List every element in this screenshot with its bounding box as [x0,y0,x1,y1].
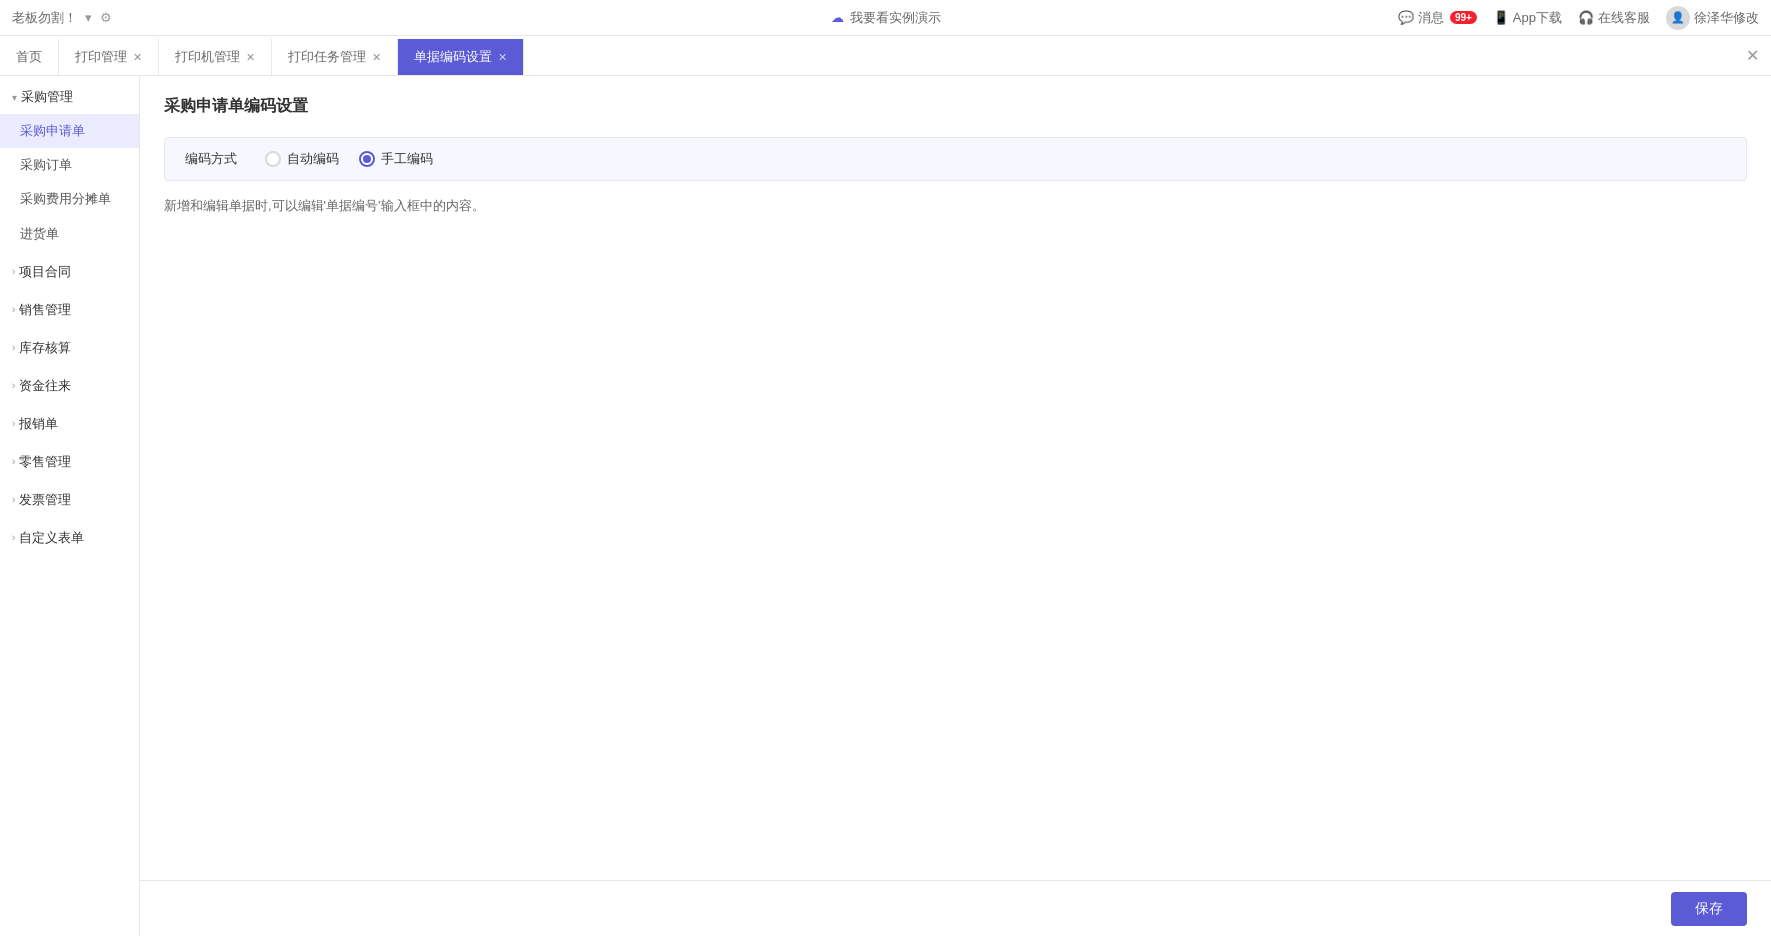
chevron-right-icon: › [12,456,15,467]
sidebar-group-retail-mgmt: › 零售管理 [0,445,139,479]
chevron-right-icon: › [12,304,15,315]
main-layout: ▾ 采购管理 采购申请单 采购订单 采购费用分摊单 进货单 › 项目合同 [0,76,1771,936]
avatar-icon: 👤 [1671,11,1685,24]
messages-button[interactable]: 💬 消息 99+ [1398,9,1477,27]
tab-single-code-setting[interactable]: 单据编码设置 ✕ [398,39,524,75]
sidebar-group-returns-title[interactable]: › 报销单 [0,407,139,441]
top-bar-brand-text: 老板勿割！ [12,9,77,27]
sidebar-group-sales-mgmt-title[interactable]: › 销售管理 [0,293,139,327]
sidebar-group-sales-mgmt: › 销售管理 [0,293,139,327]
chevron-right-icon: › [12,342,15,353]
sidebar-group-retail-mgmt-title[interactable]: › 零售管理 [0,445,139,479]
sidebar-group-inventory-label: 库存核算 [19,339,71,357]
cloud-icon: ☁ [831,10,844,25]
tab-print-task-mgmt-label: 打印任务管理 [288,48,366,66]
encoding-section: 编码方式 自动编码 手工编码 [164,137,1747,181]
online-service-button[interactable]: 🎧 在线客服 [1578,9,1650,27]
chevron-right-icon: › [12,380,15,391]
sidebar-group-retail-mgmt-label: 零售管理 [19,453,71,471]
headset-icon: 🎧 [1578,10,1594,25]
hint-text: 新增和编辑单据时,可以编辑'单据编号'输入框中的内容。 [164,197,1747,215]
sidebar-group-purchase-mgmt-label: 采购管理 [21,88,73,106]
content-footer: 保存 [140,880,1771,936]
tab-single-code-setting-close[interactable]: ✕ [498,51,507,64]
avatar: 👤 [1666,6,1690,30]
radio-auto-encoding[interactable]: 自动编码 [265,150,339,168]
tab-single-code-setting-label: 单据编码设置 [414,48,492,66]
tab-print-mgmt-close[interactable]: ✕ [133,51,142,64]
sidebar-group-inventory-title[interactable]: › 库存核算 [0,331,139,365]
sidebar: ▾ 采购管理 采购申请单 采购订单 采购费用分摊单 进货单 › 项目合同 [0,76,140,936]
sidebar-group-capital: › 资金往来 [0,369,139,403]
app-icon: 📱 [1493,10,1509,25]
sidebar-group-sales-mgmt-label: 销售管理 [19,301,71,319]
tab-print-mgmt[interactable]: 打印管理 ✕ [59,39,159,75]
radio-manual-circle [359,151,375,167]
tab-home[interactable]: 首页 [0,39,59,75]
sidebar-group-custom-form-title[interactable]: › 自定义表单 [0,521,139,555]
chevron-right-icon: › [12,418,15,429]
messages-badge: 99+ [1450,11,1477,24]
top-bar-right: 💬 消息 99+ 📱 App下载 🎧 在线客服 👤 徐泽华修改 [1398,6,1759,30]
sidebar-group-project-contract-title[interactable]: › 项目合同 [0,255,139,289]
sidebar-group-capital-label: 资金往来 [19,377,71,395]
sidebar-group-purchase-mgmt: ▾ 采购管理 采购申请单 采购订单 采购费用分摊单 进货单 [0,80,139,251]
dropdown-icon[interactable]: ▾ [85,10,92,25]
radio-manual-label: 手工编码 [381,150,433,168]
tab-printer-mgmt-close[interactable]: ✕ [246,51,255,64]
sidebar-item-purchase-request[interactable]: 采购申请单 [0,114,139,148]
chevron-right-icon: › [12,266,15,277]
tab-print-task-mgmt-close[interactable]: ✕ [372,51,381,64]
save-button[interactable]: 保存 [1671,892,1747,926]
sidebar-item-stock-in[interactable]: 进货单 [0,217,139,251]
tab-printer-mgmt[interactable]: 打印机管理 ✕ [159,39,272,75]
app-download-label: App下载 [1513,9,1562,27]
radio-group-encoding: 自动编码 手工编码 [265,150,433,168]
settings-icon[interactable]: ⚙ [100,10,112,25]
sidebar-group-invoice-mgmt-label: 发票管理 [19,491,71,509]
sidebar-group-invoice-mgmt-title[interactable]: › 发票管理 [0,483,139,517]
top-bar-center: ☁ 我要看实例演示 [831,9,941,27]
sidebar-group-custom-form: › 自定义表单 [0,521,139,555]
chat-icon: 💬 [1398,10,1414,25]
close-all-tabs-button[interactable]: ✕ [1734,36,1771,75]
chevron-down-icon: ▾ [12,92,17,103]
tab-print-task-mgmt[interactable]: 打印任务管理 ✕ [272,39,398,75]
tab-bar: 首页 打印管理 ✕ 打印机管理 ✕ 打印任务管理 ✕ 单据编码设置 ✕ ✕ [0,36,1771,76]
sidebar-group-inventory: › 库存核算 [0,331,139,365]
top-bar-left: 老板勿割！ ▾ ⚙ [12,9,112,27]
demo-link[interactable]: 我要看实例演示 [850,9,941,27]
username-label: 徐泽华修改 [1694,9,1759,27]
sidebar-group-returns: › 报销单 [0,407,139,441]
sidebar-group-custom-form-label: 自定义表单 [19,529,84,547]
sidebar-group-returns-label: 报销单 [19,415,58,433]
tab-home-label: 首页 [16,48,42,66]
sidebar-group-purchase-mgmt-title[interactable]: ▾ 采购管理 [0,80,139,114]
tab-print-mgmt-label: 打印管理 [75,48,127,66]
sidebar-group-project-contract: › 项目合同 [0,255,139,289]
page-title: 采购申请单编码设置 [164,96,1747,117]
app-download-button[interactable]: 📱 App下载 [1493,9,1562,27]
encoding-label: 编码方式 [185,150,245,168]
content-body: 采购申请单编码设置 编码方式 自动编码 手工编码 新增和编辑单据时,可以编辑'单… [140,76,1771,880]
online-service-label: 在线客服 [1598,9,1650,27]
user-profile-button[interactable]: 👤 徐泽华修改 [1666,6,1759,30]
sidebar-group-project-contract-label: 项目合同 [19,263,71,281]
sidebar-item-purchase-order[interactable]: 采购订单 [0,148,139,182]
sidebar-group-invoice-mgmt: › 发票管理 [0,483,139,517]
radio-manual-encoding[interactable]: 手工编码 [359,150,433,168]
sidebar-item-purchase-expense[interactable]: 采购费用分摊单 [0,182,139,216]
sidebar-group-capital-title[interactable]: › 资金往来 [0,369,139,403]
top-bar: 老板勿割！ ▾ ⚙ ☁ 我要看实例演示 💬 消息 99+ 📱 App下载 🎧 在… [0,0,1771,36]
messages-label: 消息 [1418,9,1444,27]
radio-auto-label: 自动编码 [287,150,339,168]
radio-auto-circle [265,151,281,167]
chevron-right-icon: › [12,494,15,505]
chevron-right-icon: › [12,532,15,543]
tab-printer-mgmt-label: 打印机管理 [175,48,240,66]
content-area: 采购申请单编码设置 编码方式 自动编码 手工编码 新增和编辑单据时,可以编辑'单… [140,76,1771,936]
